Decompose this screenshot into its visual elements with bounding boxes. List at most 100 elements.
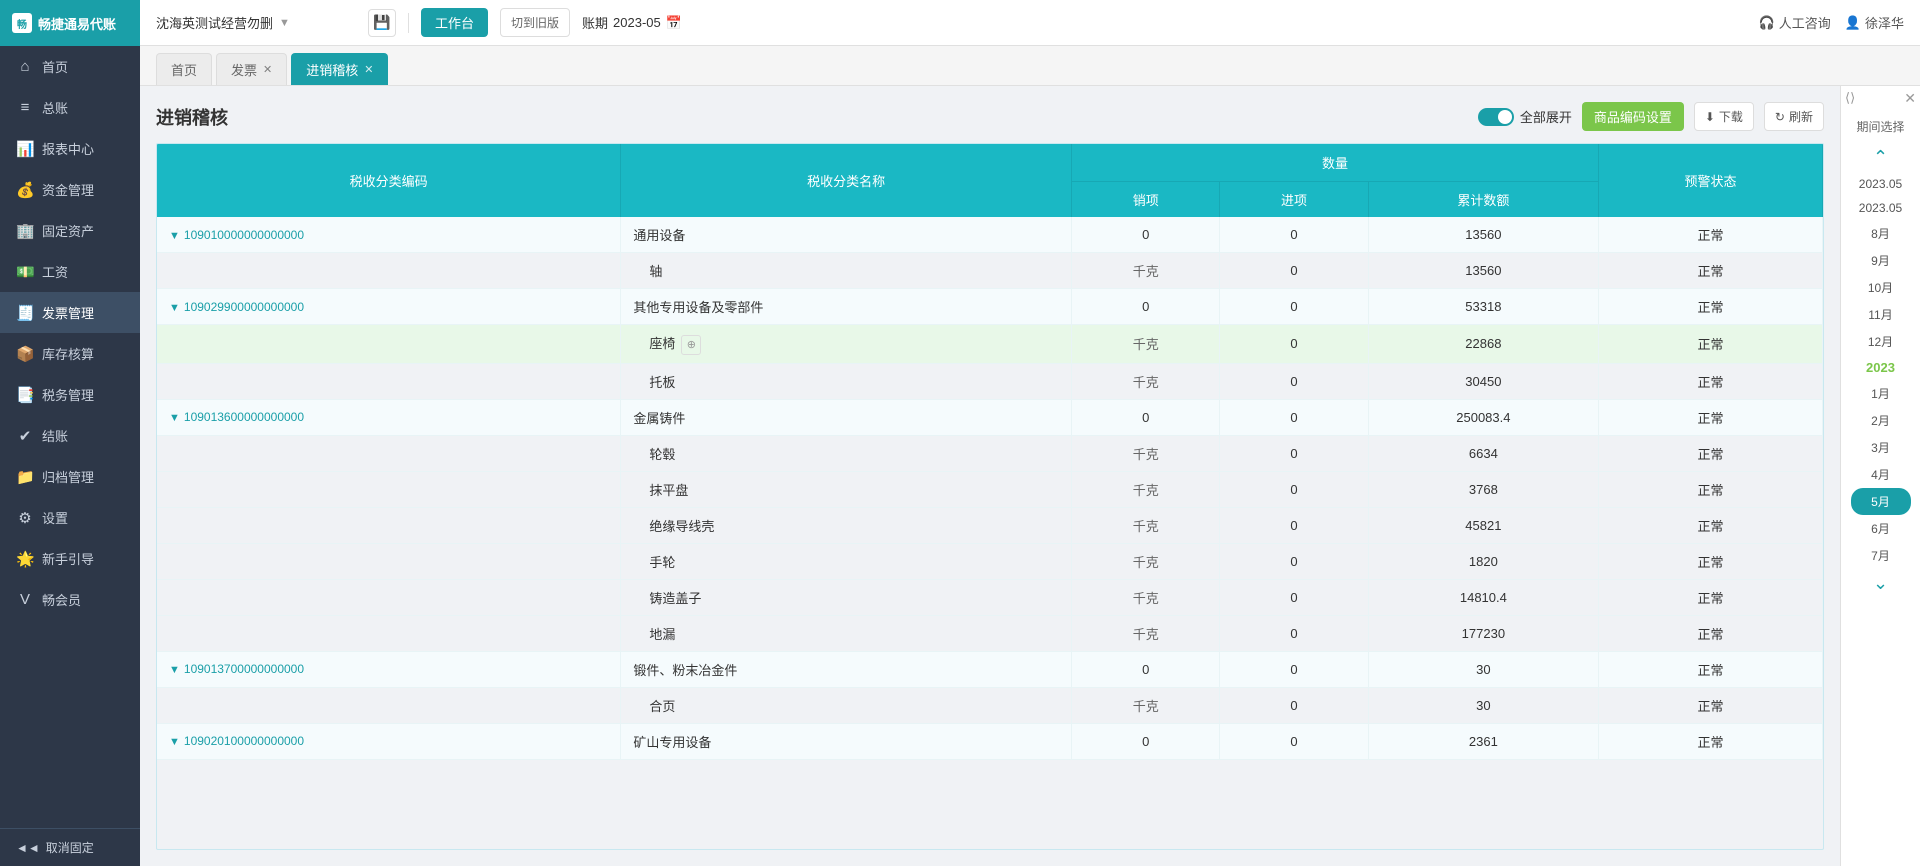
sidebar-item-salary[interactable]: 💵 工资: [0, 251, 140, 292]
table-cell-name: 地漏: [621, 615, 1072, 651]
period-item[interactable]: 11月: [1851, 301, 1911, 328]
table-cell-code: ▼109020100000000000: [157, 723, 621, 759]
table-cell-total: 22868: [1368, 325, 1598, 364]
table-row: 抹平盘 千克 0 3768 正常: [157, 471, 1823, 507]
sidebar-item-home[interactable]: ⌂ 首页: [0, 46, 140, 87]
table-cell-code: [157, 325, 621, 364]
table-cell-code: [157, 363, 621, 399]
download-button[interactable]: ⬇ 下载: [1694, 102, 1754, 131]
col-qty-group-header: 数量: [1072, 144, 1599, 182]
old-version-button[interactable]: 切到旧版: [500, 8, 570, 37]
collapse-icon[interactable]: ▼: [169, 230, 180, 242]
table-cell-status: 正常: [1599, 253, 1823, 289]
table-cell-purchase: 0: [1220, 507, 1368, 543]
scroll-down-button[interactable]: ⌄: [1869, 569, 1892, 598]
collapse-icon[interactable]: ▼: [169, 412, 180, 424]
service-button[interactable]: 🎧 人工咨询: [1759, 13, 1831, 32]
period-item[interactable]: 9月: [1851, 247, 1911, 274]
collapse-icon[interactable]: ▼: [169, 664, 180, 676]
period-item[interactable]: 3月: [1851, 434, 1911, 461]
sidebar-item-label: 固定资产: [42, 221, 94, 240]
sidebar-item-reports[interactable]: 📊 报表中心: [0, 128, 140, 169]
close-icon[interactable]: ✕: [263, 63, 272, 76]
tab-home-label: 首页: [171, 60, 197, 79]
sidebar-item-label: 报表中心: [42, 139, 94, 158]
user-menu[interactable]: 👤 徐泽华: [1845, 13, 1904, 32]
sku-setting-button[interactable]: 商品编码设置: [1582, 102, 1684, 131]
sidebar-item-guide[interactable]: 🌟 新手引导: [0, 538, 140, 579]
period-item[interactable]: 2月: [1851, 407, 1911, 434]
expand-all-toggle[interactable]: 全部展开: [1478, 107, 1572, 126]
save-button[interactable]: 💾: [368, 9, 396, 37]
close-icon[interactable]: ✕: [364, 63, 373, 76]
period-item[interactable]: 2023.05: [1851, 172, 1911, 196]
sidebar-item-archive[interactable]: 📁 归档管理: [0, 456, 140, 497]
reports-icon: 📊: [16, 140, 34, 158]
table-cell-code: ▼109013700000000000: [157, 651, 621, 687]
table-cell-status: 正常: [1599, 723, 1823, 759]
col-sale-header: 销项: [1072, 182, 1220, 218]
table-cell-status: 正常: [1599, 687, 1823, 723]
table-cell-unit: 千克: [1072, 615, 1220, 651]
table-cell-status: 正常: [1599, 471, 1823, 507]
panel-close-button[interactable]: ✕: [1904, 90, 1916, 107]
sidebar-item-tax[interactable]: 📑 税务管理: [0, 374, 140, 415]
period-item[interactable]: 2023: [1851, 355, 1911, 380]
table-row: ▼109020100000000000 矿山专用设备 0 0 2361 正常: [157, 723, 1823, 759]
period-item[interactable]: 1月: [1851, 380, 1911, 407]
period-item[interactable]: 7月: [1851, 542, 1911, 569]
table-cell-purchase: 0: [1220, 723, 1368, 759]
collapse-icon[interactable]: ▼: [169, 736, 180, 748]
toggle-switch[interactable]: [1478, 108, 1514, 126]
period-item[interactable]: 8月: [1851, 220, 1911, 247]
table-row: 轮毂 千克 0 6634 正常: [157, 435, 1823, 471]
assets-icon: 🏢: [16, 222, 34, 240]
sidebar-item-inventory[interactable]: 📦 库存核算: [0, 333, 140, 374]
period-item[interactable]: 4月: [1851, 461, 1911, 488]
tab-reconcile[interactable]: 进销稽核 ✕: [291, 53, 388, 85]
sidebar-item-ledger[interactable]: ≡ 总账: [0, 87, 140, 128]
tab-home[interactable]: 首页: [156, 53, 212, 85]
table-cell-status: 正常: [1599, 217, 1823, 253]
table-cell-total: 53318: [1368, 289, 1598, 325]
table-row: 托板 千克 0 30450 正常: [157, 363, 1823, 399]
period-item[interactable]: 2023.05: [1851, 196, 1911, 220]
sidebar-item-vip[interactable]: V 畅会员: [0, 579, 140, 620]
period-item[interactable]: 12月: [1851, 328, 1911, 355]
table-cell-name: 托板: [621, 363, 1072, 399]
period-item[interactable]: 5月: [1851, 488, 1911, 515]
company-selector[interactable]: 沈海英测试经营勿删 ▼: [156, 13, 356, 32]
table-cell-code: ▼109010000000000000: [157, 217, 621, 253]
sidebar-item-checkout[interactable]: ✔ 结账: [0, 415, 140, 456]
panel-expand-button[interactable]: ⟨⟩: [1845, 90, 1855, 106]
period-item[interactable]: 6月: [1851, 515, 1911, 542]
table-cell-name: 锻件、粉末冶金件: [621, 651, 1072, 687]
table-cell-sale: 0: [1072, 651, 1220, 687]
unpin-button[interactable]: ◄◄ 取消固定: [0, 828, 140, 866]
table-cell-code: [157, 435, 621, 471]
period-item[interactable]: 10月: [1851, 274, 1911, 301]
topbar-right: 🎧 人工咨询 👤 徐泽华: [1759, 13, 1904, 32]
table-row: 手轮 千克 0 1820 正常: [157, 543, 1823, 579]
sidebar-item-assets[interactable]: 🏢 固定资产: [0, 210, 140, 251]
username: 徐泽华: [1865, 13, 1904, 32]
workbench-button[interactable]: 工作台: [421, 8, 488, 37]
table-cell-purchase: 0: [1220, 471, 1368, 507]
save-icon: 💾: [373, 14, 390, 31]
collapse-icon[interactable]: ▼: [169, 302, 180, 314]
sidebar-item-invoice[interactable]: 🧾 发票管理: [0, 292, 140, 333]
calendar-icon[interactable]: 📅: [666, 15, 682, 31]
table-cell-total: 30450: [1368, 363, 1598, 399]
ledger-icon: ≡: [16, 99, 34, 116]
sidebar-item-label: 结账: [42, 426, 68, 445]
table-cell-unit: 千克: [1072, 543, 1220, 579]
sidebar-item-settings[interactable]: ⚙ 设置: [0, 497, 140, 538]
search-inline-icon[interactable]: ⊕: [681, 335, 701, 355]
table-cell-code: [157, 687, 621, 723]
period-text: 账期: [582, 13, 608, 32]
refresh-button[interactable]: ↻ 刷新: [1764, 102, 1824, 131]
sidebar-item-funds[interactable]: 💰 资金管理: [0, 169, 140, 210]
tab-invoice[interactable]: 发票 ✕: [216, 53, 287, 85]
table-cell-purchase: 0: [1220, 651, 1368, 687]
scroll-up-button[interactable]: ⌃: [1869, 143, 1892, 172]
